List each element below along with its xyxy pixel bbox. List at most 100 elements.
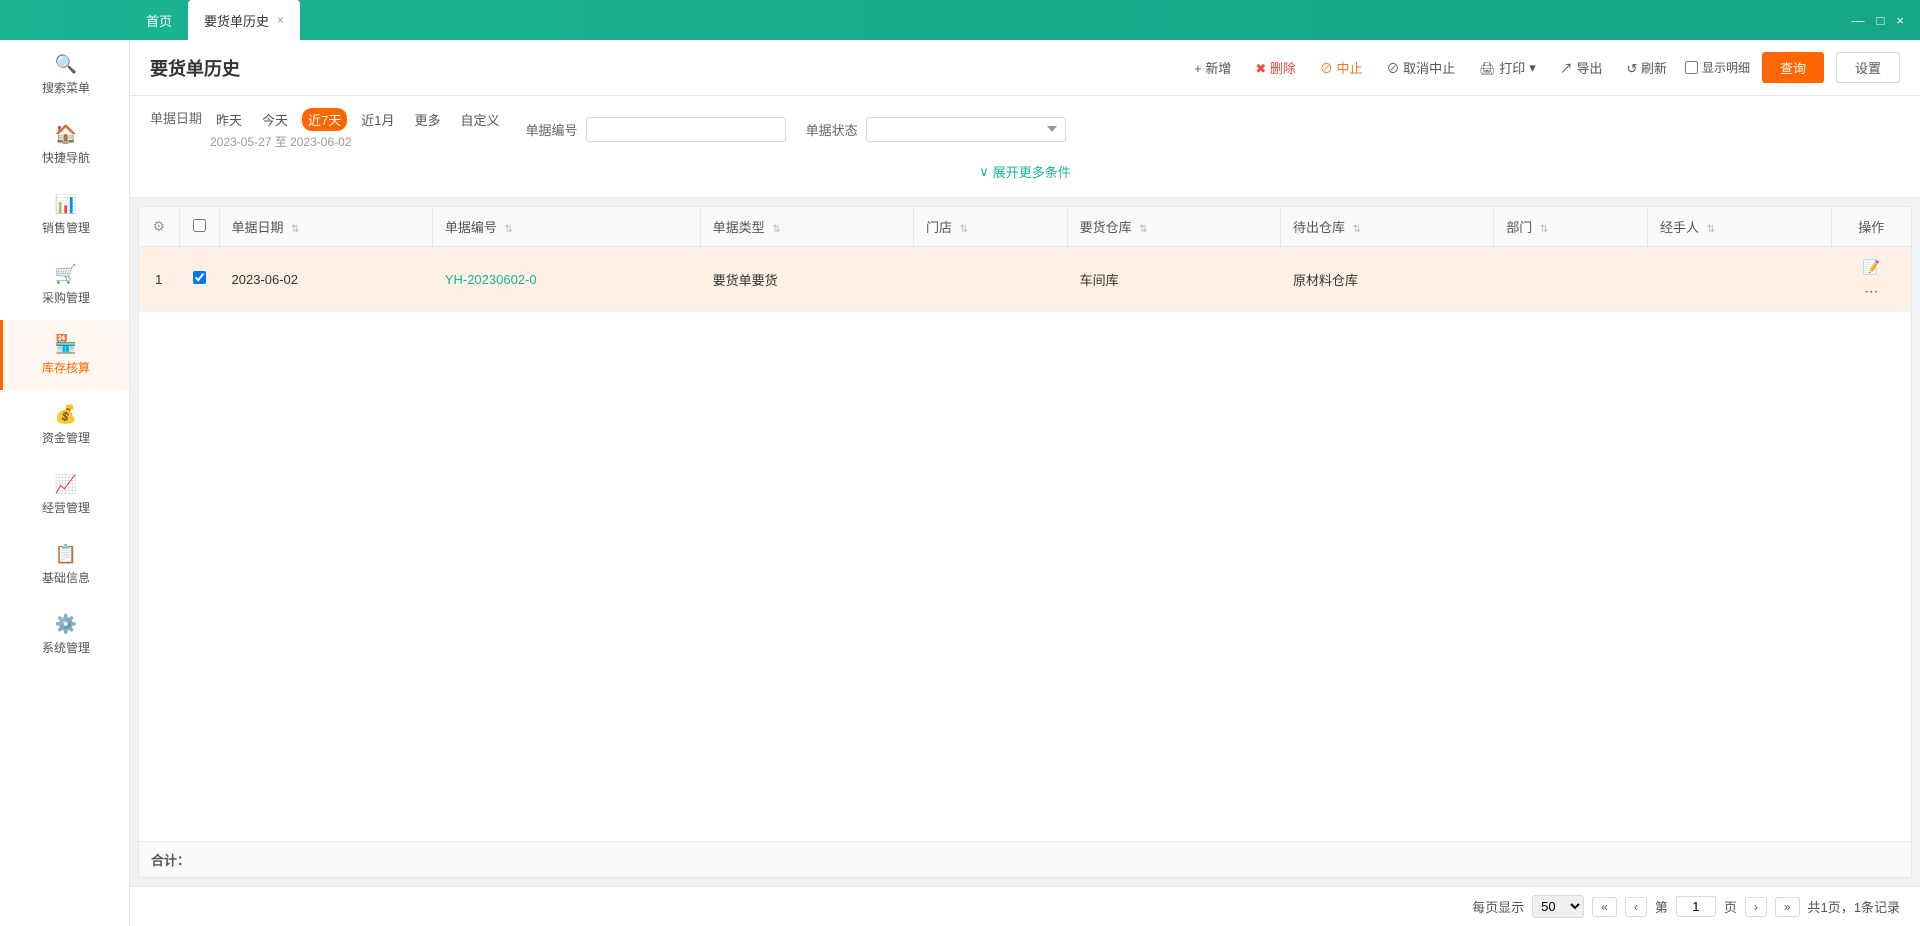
row-date: 2023-06-02 [219,247,432,312]
gear-icon[interactable]: ⚙ [152,218,165,234]
total-info: 共1页，1条记录 [1808,897,1900,916]
row-checkbox-cell [179,247,219,312]
row-no: YH-20230602-0 [432,247,700,312]
total-label: 合计： [151,853,190,868]
date-option-1month[interactable]: 近1月 [355,108,400,131]
purchase-icon: 🛒 [55,264,77,285]
sidebar-item-quick-nav[interactable]: 🏠 快捷导航 [0,110,129,180]
filter-row-1: 单据日期 昨天 今天 近7天 近1月 更多 自定义 2023-05-27 至 2… [150,108,1900,150]
page-header: 要货单历史 + 新增 ✖ 删除 ⊘ 中止 ⊘ 取消中止 🖨 打印 ▾ [130,40,1920,96]
first-page-btn[interactable]: « [1592,897,1617,917]
content-area: 要货单历史 + 新增 ✖ 删除 ⊘ 中止 ⊘ 取消中止 🖨 打印 ▾ [130,40,1920,926]
query-button[interactable]: 查询 [1762,52,1824,83]
search-menu-icon: 🔍 [55,54,77,75]
expand-more-btn[interactable]: ∨ 展开更多条件 [150,158,1900,185]
sort-date-icon[interactable]: ⇅ [291,224,299,235]
window-close-btn[interactable]: × [1896,13,1904,28]
row-no-link[interactable]: YH-20230602-0 [445,272,537,287]
sort-store-icon[interactable]: ⇅ [960,224,968,235]
col-settings[interactable]: ⚙ [139,207,179,247]
col-operations: 操作 [1831,207,1911,247]
tab-close-icon[interactable]: × [277,13,284,27]
sidebar-item-sales[interactable]: 📊 销售管理 [0,180,129,250]
refresh-button[interactable]: ↺ 刷新 [1620,54,1673,81]
order-no-label: 单据编号 [526,120,578,139]
col-no: 单据编号 ⇅ [432,207,700,247]
date-option-custom[interactable]: 自定义 [455,108,506,131]
row-more-btn[interactable]: ⋯ [1859,279,1883,303]
date-options-group: 昨天 今天 近7天 近1月 更多 自定义 2023-05-27 至 2023-0… [210,108,506,150]
sidebar-item-search-menu[interactable]: 🔍 搜索菜单 [0,40,129,110]
col-type: 单据类型 ⇅ [700,207,913,247]
date-options-row: 昨天 今天 近7天 近1月 更多 自定义 [210,108,506,131]
sales-icon: 📊 [55,194,77,215]
delete-button[interactable]: ✖ 删除 [1249,54,1302,81]
add-button[interactable]: + 新增 [1188,54,1237,81]
sort-handler-icon[interactable]: ⇅ [1707,224,1715,235]
display-detail-checkbox[interactable] [1685,61,1698,74]
table-row: 1 2023-06-02 YH-20230602-0 要货单要货 车间库 原材料… [139,247,1911,312]
top-bar: 首页 要货单历史 × — □ × [0,0,1920,40]
row-handler [1647,247,1831,312]
display-detail-toggle[interactable]: 显示明细 [1685,59,1750,76]
per-page-select[interactable]: 50 20 100 [1532,895,1584,918]
tab-home[interactable]: 首页 [130,0,188,40]
export-button[interactable]: ↗ 导出 [1554,54,1609,81]
quick-nav-icon: 🏠 [55,124,77,145]
system-icon: ⚙️ [55,614,77,635]
page-input[interactable] [1676,896,1716,917]
setting-button[interactable]: 设置 [1836,52,1900,83]
sort-dept-icon[interactable]: ⇅ [1540,224,1548,235]
status-select[interactable] [866,117,1066,142]
row-store [913,247,1067,312]
pagination-bar: 每页显示 50 20 100 « ‹ 第 页 › » 共1页，1条记录 [130,886,1920,926]
row-req-warehouse: 车间库 [1067,247,1280,312]
sidebar-item-operations[interactable]: 📈 经营管理 [0,460,129,530]
top-bar-right: — □ × [1852,13,1920,28]
date-option-more[interactable]: 更多 [409,108,447,131]
page-title: 要货单历史 [150,55,240,81]
date-filter-group: 单据日期 昨天 今天 近7天 近1月 更多 自定义 2023-05-27 至 2… [150,108,506,150]
col-store: 门店 ⇅ [913,207,1067,247]
date-option-today[interactable]: 今天 [256,108,294,131]
expand-more-icon: ∨ [979,164,989,180]
next-page-btn[interactable]: › [1745,897,1767,917]
row-pending-warehouse: 原材料仓库 [1280,247,1493,312]
operations-icon: 📈 [55,474,77,495]
order-no-filter-group: 单据编号 [526,117,786,142]
main-layout: 🔍 搜索菜单 🏠 快捷导航 📊 销售管理 🛒 采购管理 🏪 库存核算 💰 资金管… [0,40,1920,926]
sort-type-icon[interactable]: ⇅ [772,224,780,235]
filter-area: 单据日期 昨天 今天 近7天 近1月 更多 自定义 2023-05-27 至 2… [130,96,1920,198]
inventory-icon: 🏪 [55,334,77,355]
window-minimize-btn[interactable]: — [1852,13,1865,28]
row-edit-btn[interactable]: 📝 [1859,255,1883,279]
row-type: 要货单要货 [700,247,913,312]
date-range-display: 2023-05-27 至 2023-06-02 [210,133,506,150]
sort-pending-wh-icon[interactable]: ⇅ [1353,224,1361,235]
basic-info-icon: 📋 [55,544,77,565]
sidebar-item-finance[interactable]: 💰 资金管理 [0,390,129,460]
sidebar-item-purchase[interactable]: 🛒 采购管理 [0,250,129,320]
sidebar-item-inventory[interactable]: 🏪 库存核算 [0,320,129,390]
date-option-yesterday[interactable]: 昨天 [210,108,248,131]
sort-req-wh-icon[interactable]: ⇅ [1139,224,1147,235]
tab-history[interactable]: 要货单历史 × [188,0,300,40]
last-page-btn[interactable]: » [1775,897,1800,917]
table-header-row: ⚙ 单据日期 ⇅ 单据编号 ⇅ [139,207,1911,247]
sidebar-item-system[interactable]: ⚙️ 系统管理 [0,600,129,670]
order-no-input[interactable] [586,117,786,142]
prev-page-btn[interactable]: ‹ [1625,897,1647,917]
window-maximize-btn[interactable]: □ [1877,13,1885,28]
sidebar-item-basic-info[interactable]: 📋 基础信息 [0,530,129,600]
col-checkbox [179,207,219,247]
row-checkbox[interactable] [193,271,206,284]
stop-button[interactable]: ⊘ 中止 [1314,54,1369,81]
footer-bar: 合计： [139,841,1911,877]
sort-no-icon[interactable]: ⇅ [504,224,512,235]
cancel-stop-button[interactable]: ⊘ 取消中止 [1381,54,1462,81]
print-dropdown-icon: ▾ [1529,60,1536,76]
table-container: ⚙ 单据日期 ⇅ 单据编号 ⇅ [139,207,1911,841]
print-button[interactable]: 🖨 打印 ▾ [1473,54,1542,81]
date-option-7days[interactable]: 近7天 [302,108,347,131]
select-all-checkbox[interactable] [193,219,206,232]
